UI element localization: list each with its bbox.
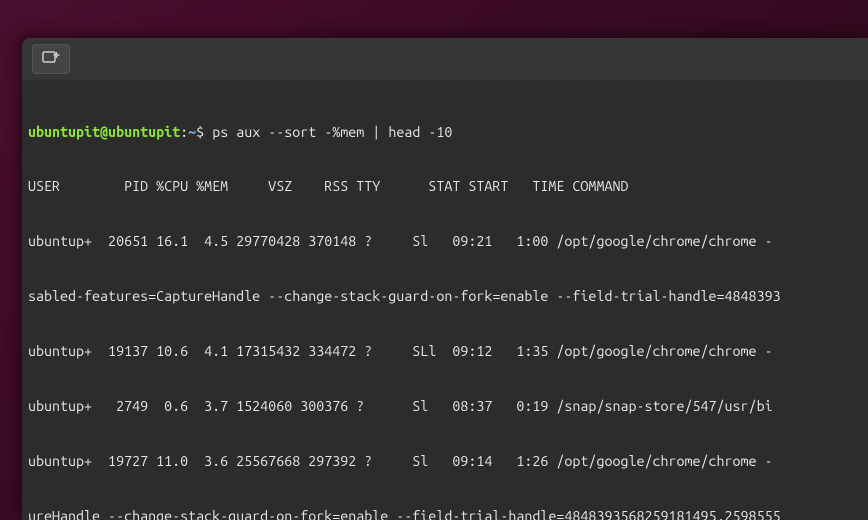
prompt-user: ubuntupit@ubuntupit [28,124,180,140]
command-text: ps aux --sort -%mem | head -10 [212,124,452,140]
output-line: ubuntup+ 19727 11.0 3.6 25567668 297392 … [28,452,862,470]
titlebar [22,38,868,80]
output-line: sabled-features=CaptureHandle --change-s… [28,287,862,305]
prompt-line-1: ubuntupit@ubuntupit:~$ ps aux --sort -%m… [28,123,862,141]
new-tab-icon [42,49,60,69]
output-line: ubuntup+ 20651 16.1 4.5 29770428 370148 … [28,232,862,250]
output-line: ureHandle --change-stack-guard-on-fork=e… [28,507,862,520]
terminal-window: ubuntupit@ubuntupit:~$ ps aux --sort -%m… [22,38,868,520]
output-line: ubuntup+ 19137 10.6 4.1 17315432 334472 … [28,342,862,360]
ps-header: USER PID %CPU %MEM VSZ RSS TTY STAT STAR… [28,177,862,195]
prompt-symbol: $ [196,124,204,140]
output-line: ubuntup+ 2749 0.6 3.7 1524060 300376 ? S… [28,397,862,415]
prompt-path: ~ [188,124,196,140]
terminal-output[interactable]: ubuntupit@ubuntupit:~$ ps aux --sort -%m… [22,80,868,520]
new-tab-button[interactable] [32,44,70,74]
